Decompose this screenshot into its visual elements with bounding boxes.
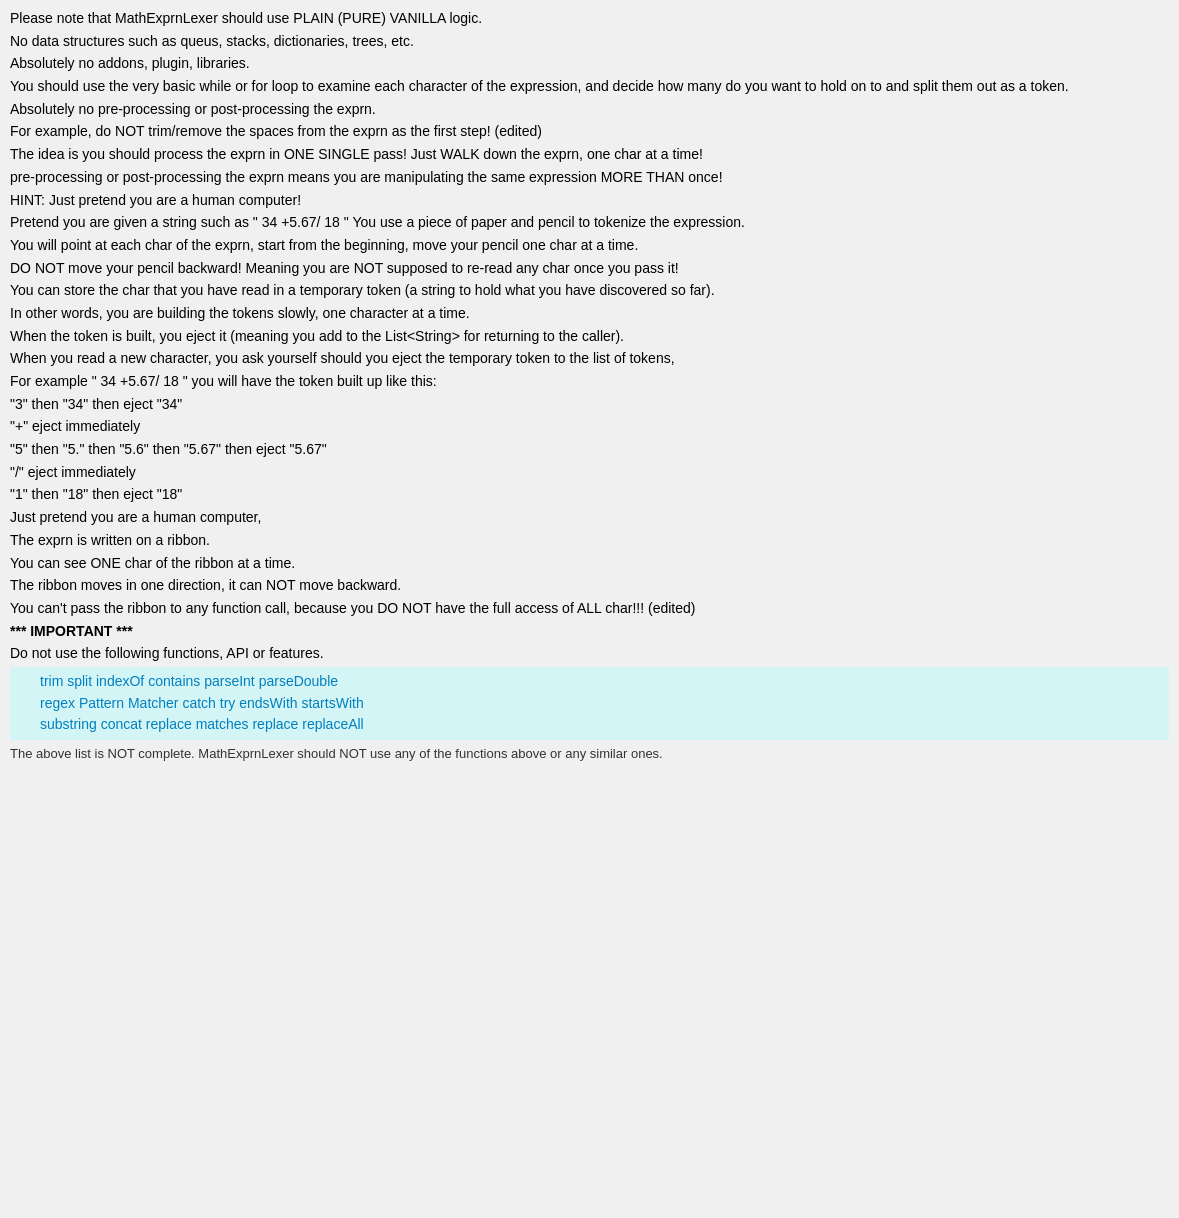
line-6: For example, do NOT trim/remove the spac… <box>10 121 1169 143</box>
line-3: Absolutely no addons, plugin, libraries. <box>10 53 1169 75</box>
line-17: For example " 34 +5.67/ 18 " you will ha… <box>10 371 1169 393</box>
line-5: Absolutely no pre-processing or post-pro… <box>10 99 1169 121</box>
line-23: Just pretend you are a human computer, <box>10 507 1169 529</box>
line-25: You can see ONE char of the ribbon at a … <box>10 553 1169 575</box>
line-8: pre-processing or post-processing the ex… <box>10 167 1169 189</box>
main-content: Please note that MathExprnLexer should u… <box>10 8 1169 764</box>
line-10: Pretend you are given a string such as "… <box>10 212 1169 234</box>
line-26: The ribbon moves in one direction, it ca… <box>10 575 1169 597</box>
line-28: *** IMPORTANT *** <box>10 621 1169 643</box>
last-line: The above list is NOT complete. MathExpr… <box>10 744 1169 764</box>
line-19: "+" eject immediately <box>10 416 1169 438</box>
line-4: You should use the very basic while or f… <box>10 76 1169 98</box>
code-line-2: regex Pattern Matcher catch try endsWith… <box>40 693 1139 715</box>
line-24: The exprn is written on a ribbon. <box>10 530 1169 552</box>
line-14: In other words, you are building the tok… <box>10 303 1169 325</box>
line-22: "1" then "18" then eject "18" <box>10 484 1169 506</box>
code-line-3: substring concat replace matches replace… <box>40 714 1139 736</box>
line-1: Please note that MathExprnLexer should u… <box>10 8 1169 30</box>
line-27: You can't pass the ribbon to any functio… <box>10 598 1169 620</box>
line-18: "3" then "34" then eject "34" <box>10 394 1169 416</box>
line-21: "/" eject immediately <box>10 462 1169 484</box>
line-11: You will point at each char of the exprn… <box>10 235 1169 257</box>
line-9: HINT: Just pretend you are a human compu… <box>10 190 1169 212</box>
line-15: When the token is built, you eject it (m… <box>10 326 1169 348</box>
line-2: No data structures such as queus, stacks… <box>10 31 1169 53</box>
line-29: Do not use the following functions, API … <box>10 643 1169 665</box>
code-line-1: trim split indexOf contains parseInt par… <box>40 671 1139 693</box>
line-20: "5" then "5." then "5.6" then "5.67" the… <box>10 439 1169 461</box>
line-13: You can store the char that you have rea… <box>10 280 1169 302</box>
code-block: trim split indexOf contains parseInt par… <box>10 667 1169 740</box>
line-7: The idea is you should process the exprn… <box>10 144 1169 166</box>
line-16: When you read a new character, you ask y… <box>10 348 1169 370</box>
line-12: DO NOT move your pencil backward! Meanin… <box>10 258 1169 280</box>
